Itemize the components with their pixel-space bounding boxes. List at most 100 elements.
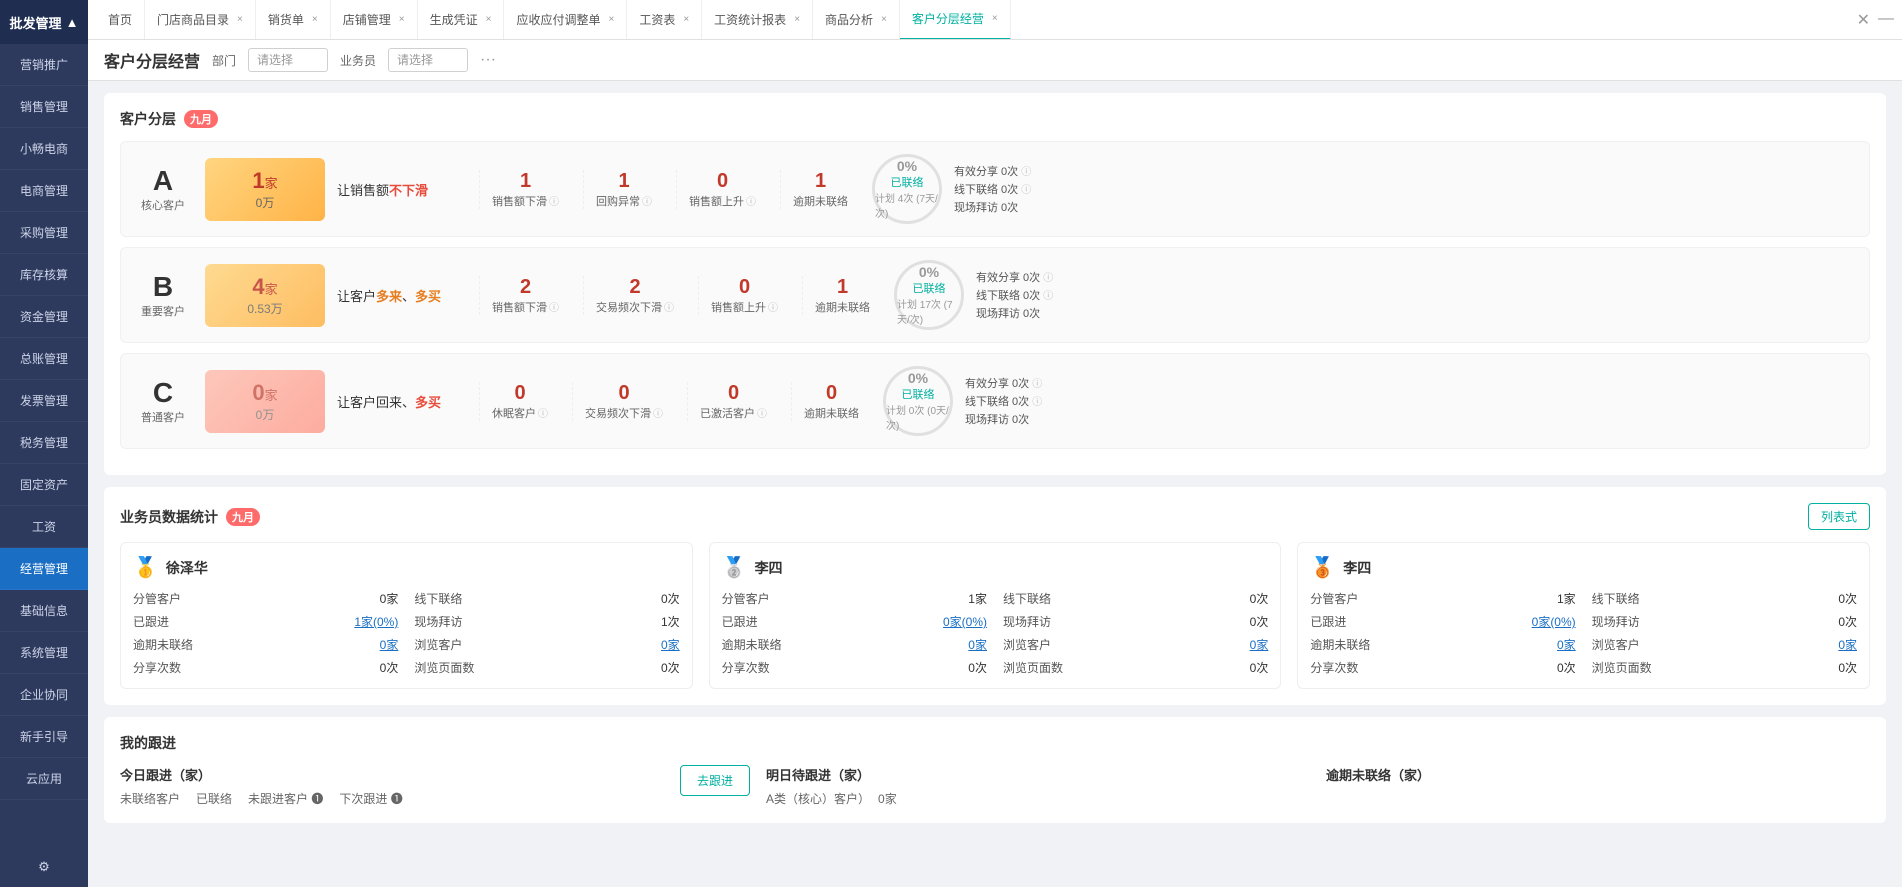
tab-close-商品分析[interactable]: × bbox=[881, 14, 887, 25]
staff-stat-val[interactable]: 0家 bbox=[380, 636, 399, 653]
circle-plan: 计划 17次 (7天/次) bbox=[897, 296, 961, 326]
info-icon[interactable]: ⓘ bbox=[549, 299, 559, 314]
info-icon[interactable]: ⓘ bbox=[1021, 185, 1031, 196]
staff-stat-val[interactable]: 0家 bbox=[968, 636, 987, 653]
more-options-icon[interactable]: ··· bbox=[480, 51, 496, 69]
staff-stat-label: 浏览客户 bbox=[414, 636, 462, 653]
sidebar-item-云应用[interactable]: 云应用 bbox=[0, 758, 88, 800]
stat-label: 回购异常 ⓘ bbox=[596, 193, 652, 209]
followup-section: 我的跟进 今日跟进（家） 未联络客户 已联络 未跟进客户 ❶ 下次跟进 ❶ bbox=[104, 717, 1886, 823]
tab-close-生成凭证[interactable]: × bbox=[486, 14, 492, 25]
tab-客户分层经营[interactable]: 客户分层经营× bbox=[900, 0, 1011, 40]
sidebar-item-小畅电商[interactable]: 小畅电商 bbox=[0, 128, 88, 170]
stat-num: 1 bbox=[520, 170, 531, 193]
info-icon[interactable]: ⓘ bbox=[757, 405, 767, 420]
staff-stat-row: 线下联络0次 bbox=[1003, 590, 1268, 607]
sidebar-header[interactable]: 批发管理 ▲ bbox=[0, 0, 88, 44]
info-icon[interactable]: ⓘ bbox=[664, 299, 674, 314]
sidebar-item-基础信息[interactable]: 基础信息 bbox=[0, 590, 88, 632]
info-icon[interactable]: ⓘ bbox=[1032, 379, 1042, 390]
info-icon[interactable]: ⓘ bbox=[1043, 273, 1053, 284]
staff-stat-label: 线下联络 bbox=[1592, 590, 1640, 607]
tab-close-销货单[interactable]: × bbox=[312, 14, 318, 25]
a-tier-label: A类（核心）客户） bbox=[766, 790, 870, 807]
info-icon[interactable]: ⓘ bbox=[538, 405, 548, 420]
info-icon[interactable]: ⓘ bbox=[549, 193, 559, 208]
tier-count-box-B: 4家0.53万 bbox=[205, 264, 325, 327]
tab-门店商品目录[interactable]: 门店商品目录× bbox=[145, 0, 256, 40]
tab-生成凭证[interactable]: 生成凭证× bbox=[418, 0, 505, 40]
sidebar-header-label: 批发管理 bbox=[10, 13, 62, 32]
close-window-icon[interactable]: ✕ bbox=[1857, 10, 1870, 30]
sidebar-item-总账管理[interactable]: 总账管理 bbox=[0, 338, 88, 380]
sidebar-item-发票管理[interactable]: 发票管理 bbox=[0, 380, 88, 422]
sidebar-item-系统管理[interactable]: 系统管理 bbox=[0, 632, 88, 674]
dept-select[interactable]: 请选择 bbox=[248, 48, 328, 72]
stat-label: 销售额上升 ⓘ bbox=[689, 193, 756, 209]
sidebar-item-采购管理[interactable]: 采购管理 bbox=[0, 212, 88, 254]
tab-应收应付调整单[interactable]: 应收应付调整单× bbox=[504, 0, 627, 40]
tier-row-B: B重要客户4家0.53万让客户多来、多买2销售额下滑 ⓘ2交易频次下滑 ⓘ0销售… bbox=[120, 247, 1870, 343]
tab-商品分析[interactable]: 商品分析× bbox=[813, 0, 900, 40]
settings-icon[interactable]: ⚙ bbox=[0, 847, 88, 887]
staff-stat-val[interactable]: 1家(0%) bbox=[354, 613, 398, 630]
info-icon[interactable]: ⓘ bbox=[1043, 291, 1053, 302]
staff-header-2: 🥉李四 bbox=[1310, 555, 1857, 580]
right-stat-row: 线下联络 0次 ⓘ bbox=[965, 393, 1085, 409]
tomorrow-followup-box: 明日待跟进（家） A类（核心）客户） 0家 bbox=[766, 765, 1310, 807]
sidebar-item-固定资产[interactable]: 固定资产 bbox=[0, 464, 88, 506]
staff-stat-val[interactable]: 0家 bbox=[1250, 636, 1269, 653]
staff-stat-row: 分管客户0家 bbox=[133, 590, 398, 607]
sidebar-item-资金管理[interactable]: 资金管理 bbox=[0, 296, 88, 338]
staff-medal-2: 🥉 bbox=[1310, 555, 1335, 580]
staff-stat-val[interactable]: 0家 bbox=[661, 636, 680, 653]
tab-工资表[interactable]: 工资表× bbox=[627, 0, 702, 40]
tab-close-店铺管理[interactable]: × bbox=[399, 14, 405, 25]
staff-stat-val[interactable]: 0家 bbox=[1557, 636, 1576, 653]
info-icon[interactable]: ⓘ bbox=[642, 193, 652, 208]
sidebar-item-电商管理[interactable]: 电商管理 bbox=[0, 170, 88, 212]
tab-店铺管理[interactable]: 店铺管理× bbox=[331, 0, 418, 40]
info-icon[interactable]: ⓘ bbox=[1021, 167, 1031, 178]
tab-首页[interactable]: 首页 bbox=[96, 0, 145, 40]
sidebar-item-税务管理[interactable]: 税务管理 bbox=[0, 422, 88, 464]
staff-stat-val[interactable]: 0家(0%) bbox=[1532, 613, 1576, 630]
staff-stat-val[interactable]: 0家(0%) bbox=[943, 613, 987, 630]
info-icon[interactable]: ⓘ bbox=[746, 193, 756, 208]
tomorrow-content: A类（核心）客户） 0家 bbox=[766, 790, 1310, 807]
list-view-button[interactable]: 列表式 bbox=[1808, 503, 1870, 530]
go-followup-button[interactable]: 去跟进 bbox=[680, 765, 750, 796]
main-area: 首页门店商品目录×销货单×店铺管理×生成凭证×应收应付调整单×工资表×工资统计报… bbox=[88, 0, 1902, 887]
tab-close-应收应付调整单[interactable]: × bbox=[608, 14, 614, 25]
content-area: 客户分层 九月 A核心客户1家0万让销售额不下滑1销售额下滑 ⓘ1回购异常 ⓘ0… bbox=[88, 81, 1902, 887]
info-icon[interactable]: ⓘ bbox=[653, 405, 663, 420]
tier-action-C: 让客户回来、多买 bbox=[337, 392, 467, 411]
sales-select[interactable]: 请选择 bbox=[388, 48, 468, 72]
right-stat-row: 有效分享 0次 ⓘ bbox=[976, 269, 1096, 285]
staff-stat-label: 逾期未联络 bbox=[722, 636, 782, 653]
sidebar-item-工资[interactable]: 工资 bbox=[0, 506, 88, 548]
circle-linked: 已联络 bbox=[891, 174, 924, 190]
tier-label-B: B重要客户 bbox=[133, 271, 193, 319]
sidebar-item-经营管理[interactable]: 经营管理 bbox=[0, 548, 88, 590]
tab-销货单[interactable]: 销货单× bbox=[256, 0, 331, 40]
tab-close-工资统计报表[interactable]: × bbox=[794, 14, 800, 25]
sidebar-item-企业协同[interactable]: 企业协同 bbox=[0, 674, 88, 716]
minimize-icon[interactable]: — bbox=[1878, 10, 1894, 30]
staff-stat-val[interactable]: 0家 bbox=[1838, 636, 1857, 653]
info-icon[interactable]: ⓘ bbox=[768, 299, 778, 314]
tier-stat-销售额下滑: 2销售额下滑 ⓘ bbox=[479, 276, 571, 315]
sidebar-item-库存核算[interactable]: 库存核算 bbox=[0, 254, 88, 296]
sidebar-item-新手引导[interactable]: 新手引导 bbox=[0, 716, 88, 758]
staff-stat-row: 浏览客户 0家 bbox=[414, 636, 679, 653]
right-stat-label: 线下联络 0次 ⓘ bbox=[965, 393, 1042, 409]
tab-close-工资表[interactable]: × bbox=[683, 14, 689, 25]
staff-stat-label: 浏览客户 bbox=[1592, 636, 1640, 653]
sidebar-item-销售管理[interactable]: 销售管理 bbox=[0, 86, 88, 128]
tab-close-客户分层经营[interactable]: × bbox=[992, 13, 998, 24]
tab-工资统计报表[interactable]: 工资统计报表× bbox=[702, 0, 813, 40]
info-icon[interactable]: ⓘ bbox=[1032, 397, 1042, 408]
tab-close-门店商品目录[interactable]: × bbox=[237, 14, 243, 25]
sales-staff-section: 业务员数据统计 九月 列表式 🥇徐泽华分管客户0家线下联络0次已跟进1家(0%)… bbox=[104, 487, 1886, 705]
sidebar-item-营销推广[interactable]: 营销推广 bbox=[0, 44, 88, 86]
